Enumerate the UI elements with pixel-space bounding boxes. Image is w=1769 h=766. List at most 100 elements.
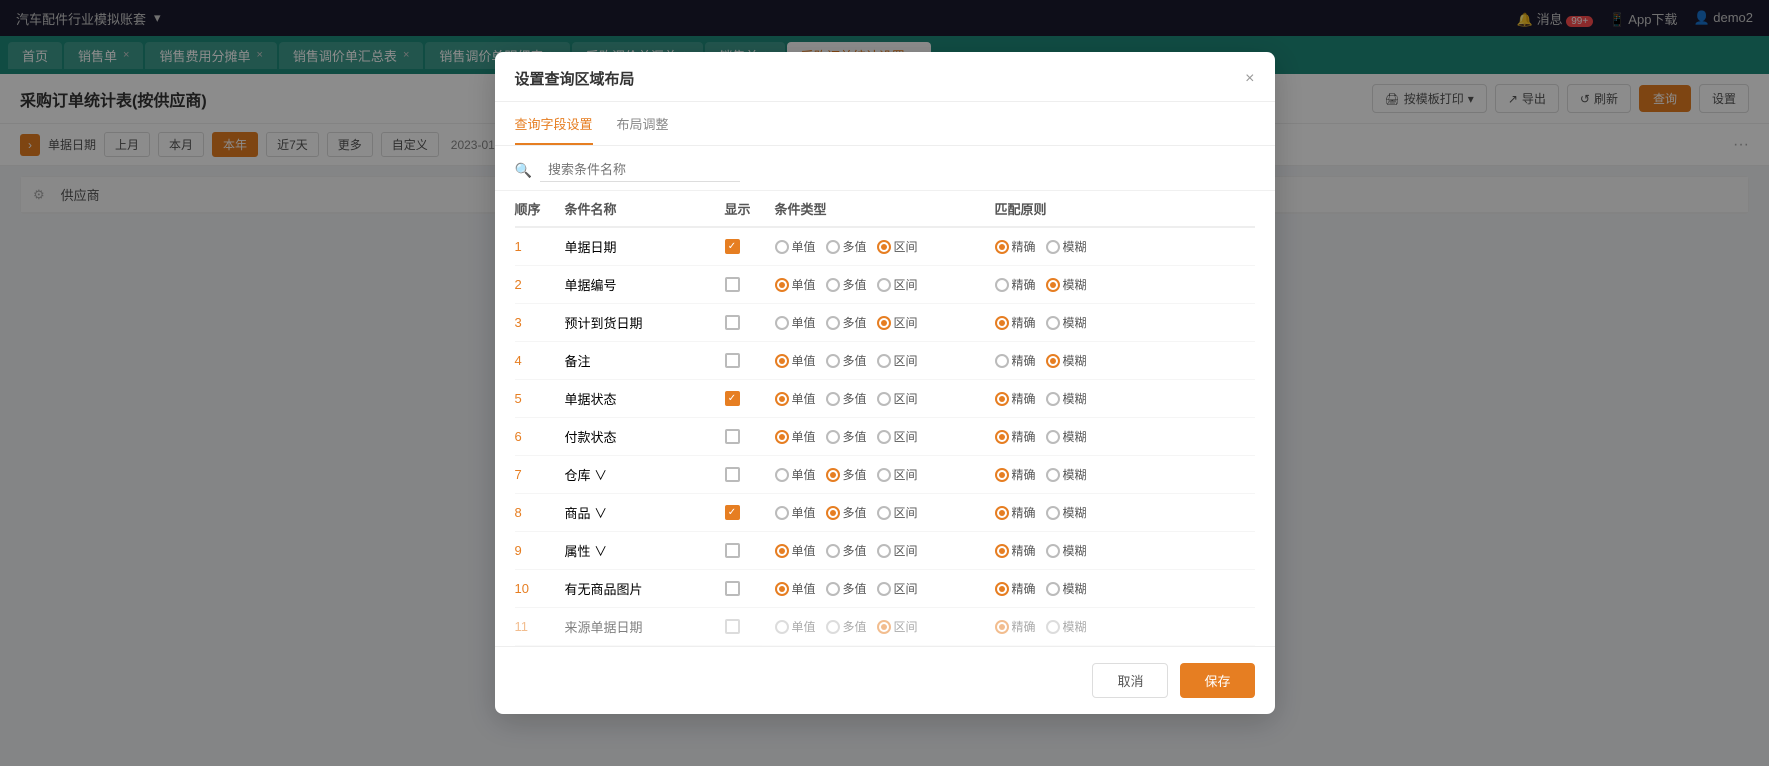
row-6-radio-multi xyxy=(826,468,840,482)
row-0-display-checkbox[interactable] xyxy=(725,239,740,254)
row-10-cond-single[interactable]: 单值 xyxy=(775,618,816,635)
row-6-match-exact[interactable]: 精确 xyxy=(995,466,1036,483)
row-7-match-fuzzy[interactable]: 模糊 xyxy=(1046,504,1087,521)
row-2-cond-range[interactable]: 区间 xyxy=(877,314,918,331)
dialog-tab-layout[interactable]: 布局调整 xyxy=(617,114,669,145)
row-8-match-fuzzy[interactable]: 模糊 xyxy=(1046,542,1087,559)
row-5-cond-range[interactable]: 区间 xyxy=(877,428,918,445)
row-9-match-fuzzy[interactable]: 模糊 xyxy=(1046,580,1087,597)
row-3-match-exact[interactable]: 精确 xyxy=(995,352,1036,369)
search-input[interactable] xyxy=(540,158,740,182)
row-3-display-checkbox[interactable] xyxy=(725,353,740,368)
row-7-display-checkbox[interactable] xyxy=(725,505,740,520)
row-2-cond-multi[interactable]: 多值 xyxy=(826,314,867,331)
row-5-cond-single[interactable]: 单值 xyxy=(775,428,816,445)
row-7-match-exact[interactable]: 精确 xyxy=(995,504,1036,521)
row-9-order: 10 xyxy=(515,581,565,596)
row-4-match-fuzzy[interactable]: 模糊 xyxy=(1046,390,1087,407)
row-9-match-exact[interactable]: 精确 xyxy=(995,580,1036,597)
row-8-match-exact-label: 精确 xyxy=(1012,542,1036,559)
row-3-match-fuzzy[interactable]: 模糊 xyxy=(1046,352,1087,369)
cancel-button[interactable]: 取消 xyxy=(1092,663,1168,698)
row-8-match-rule: 精确模糊 xyxy=(995,542,1195,559)
row-0-cond-multi[interactable]: 多值 xyxy=(826,238,867,255)
row-10-match-exact[interactable]: 精确 xyxy=(995,618,1036,635)
row-9-display-checkbox[interactable] xyxy=(725,581,740,596)
row-1-cond-type: 单值多值区间 xyxy=(775,276,995,293)
dialog-tab-query[interactable]: 查询字段设置 xyxy=(515,114,593,145)
row-0-order: 1 xyxy=(515,239,565,254)
dialog-close-btn[interactable]: × xyxy=(1245,70,1254,88)
row-6-match-fuzzy-label: 模糊 xyxy=(1063,466,1087,483)
row-4-match-fuzzy-circle xyxy=(1046,392,1060,406)
row-7-cond-range[interactable]: 区间 xyxy=(877,504,918,521)
row-1-cond-range[interactable]: 区间 xyxy=(877,276,918,293)
row-3-radio-single xyxy=(775,354,789,368)
row-7-cond-multi[interactable]: 多值 xyxy=(826,504,867,521)
row-5-match-exact-label: 精确 xyxy=(1012,428,1036,445)
row-3-cond-multi[interactable]: 多值 xyxy=(826,352,867,369)
row-10-match-fuzzy[interactable]: 模糊 xyxy=(1046,618,1087,635)
save-button[interactable]: 保存 xyxy=(1180,663,1254,698)
row-6-cond-single[interactable]: 单值 xyxy=(775,466,816,483)
row-8-match-exact-circle xyxy=(995,544,1009,558)
row-9-cond-range[interactable]: 区间 xyxy=(877,580,918,597)
row-8-cond-multi[interactable]: 多值 xyxy=(826,542,867,559)
row-10-radio-single-label: 单值 xyxy=(792,618,816,635)
row-1-cond-multi[interactable]: 多值 xyxy=(826,276,867,293)
row-5-radio-multi-label: 多值 xyxy=(843,428,867,445)
row-2-radio-range xyxy=(877,316,891,330)
row-4-display-checkbox[interactable] xyxy=(725,391,740,406)
row-0-cond-range[interactable]: 区间 xyxy=(877,238,918,255)
row-3-radio-range-label: 区间 xyxy=(894,352,918,369)
row-1-cond-single[interactable]: 单值 xyxy=(775,276,816,293)
dialog-tabs: 查询字段设置 布局调整 xyxy=(495,102,1275,146)
row-2-display-checkbox[interactable] xyxy=(725,315,740,330)
row-1-match-fuzzy[interactable]: 模糊 xyxy=(1046,276,1087,293)
row-4-radio-multi xyxy=(826,392,840,406)
row-3-radio-multi xyxy=(826,354,840,368)
row-0-match-fuzzy[interactable]: 模糊 xyxy=(1046,238,1087,255)
row-8-cond-single[interactable]: 单值 xyxy=(775,542,816,559)
row-6-cond-multi[interactable]: 多值 xyxy=(826,466,867,483)
row-5-match-fuzzy[interactable]: 模糊 xyxy=(1046,428,1087,445)
row-0-match-exact[interactable]: 精确 xyxy=(995,238,1036,255)
row-4-cond-multi[interactable]: 多值 xyxy=(826,390,867,407)
row-10-cond-range[interactable]: 区间 xyxy=(877,618,918,635)
row-6-radio-range xyxy=(877,468,891,482)
row-6-display-checkbox[interactable] xyxy=(725,467,740,482)
row-5-cond-multi[interactable]: 多值 xyxy=(826,428,867,445)
row-3-cond-range[interactable]: 区间 xyxy=(877,352,918,369)
row-5-cond-type: 单值 多值 区间 xyxy=(775,428,995,445)
row-0-radio-single xyxy=(775,240,789,254)
row-2-match-fuzzy[interactable]: 模糊 xyxy=(1046,314,1087,331)
row-8-cond-range[interactable]: 区间 xyxy=(877,542,918,559)
row-4-order: 5 xyxy=(515,391,565,406)
row-1-display-checkbox[interactable] xyxy=(725,277,740,292)
row-4-radio-range xyxy=(877,392,891,406)
row-5-radio-range-label: 区间 xyxy=(894,428,918,445)
row-2-match-exact[interactable]: 精确 xyxy=(995,314,1036,331)
row-6-cond-range[interactable]: 区间 xyxy=(877,466,918,483)
row-8-display-checkbox[interactable] xyxy=(725,543,740,558)
row-4-cond-single[interactable]: 单值 xyxy=(775,390,816,407)
row-5-display-checkbox[interactable] xyxy=(725,429,740,444)
row-3-cond-single[interactable]: 单值 xyxy=(775,352,816,369)
row-6-match-fuzzy[interactable]: 模糊 xyxy=(1046,466,1087,483)
settings-dialog: 设置查询区域布局 × 查询字段设置 布局调整 🔍 顺序 条件名称 显示 条件类型 xyxy=(495,52,1275,714)
col-order: 顺序 xyxy=(515,199,565,218)
row-10-display-checkbox[interactable] xyxy=(725,619,740,634)
row-4-match-exact[interactable]: 精确 xyxy=(995,390,1036,407)
row-9-cond-multi[interactable]: 多值 xyxy=(826,580,867,597)
row-2-cond-single[interactable]: 单值 xyxy=(775,314,816,331)
table-row: 3预计到货日期单值多值区间精确模糊 xyxy=(515,304,1255,342)
row-4-cond-range[interactable]: 区间 xyxy=(877,390,918,407)
row-0-radio-multi xyxy=(826,240,840,254)
row-0-cond-single[interactable]: 单值 xyxy=(775,238,816,255)
row-7-cond-single[interactable]: 单值 xyxy=(775,504,816,521)
row-1-match-exact[interactable]: 精确 xyxy=(995,276,1036,293)
row-9-cond-single[interactable]: 单值 xyxy=(775,580,816,597)
row-8-match-exact[interactable]: 精确 xyxy=(995,542,1036,559)
row-10-cond-multi[interactable]: 多值 xyxy=(826,618,867,635)
row-5-match-exact[interactable]: 精确 xyxy=(995,428,1036,445)
